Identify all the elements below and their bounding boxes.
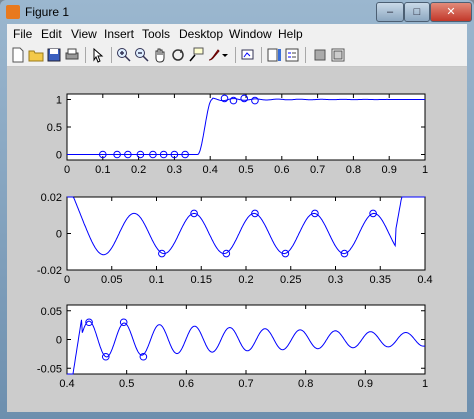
axes-1: 0 0.1 0.2 0.3 0.4 0.5 0.6 0.7 0.8 0.9 1 0 0.5 1 (47, 93, 428, 176)
plot-area (66, 304, 426, 375)
colorbar-icon[interactable] (266, 47, 282, 63)
x-tick-label: 0.2 (131, 164, 146, 176)
minimize-button[interactable]: – (376, 2, 404, 22)
toolbar-separator (85, 47, 86, 63)
menu-file[interactable]: File (13, 27, 32, 41)
x-tick-label: 0.25 (280, 274, 301, 286)
toolbar (7, 44, 467, 67)
x-tick-label: 0.5 (238, 164, 253, 176)
x-tick-label: 0.3 (328, 274, 343, 286)
brush-icon[interactable] (206, 47, 222, 63)
x-tick-label: 0.05 (101, 274, 122, 286)
menu-tools[interactable]: Tools (142, 27, 170, 41)
x-tick-label: 0 (64, 164, 70, 176)
x-tick-label: 0.6 (179, 378, 194, 390)
x-tick-label: 0.6 (274, 164, 289, 176)
x-tick-label: 1 (422, 378, 428, 390)
toolbar-separator (305, 47, 306, 63)
x-tick-label: 0.1 (149, 274, 164, 286)
x-tick-label: 0.2 (238, 274, 253, 286)
y-tick-label: 0.02 (41, 192, 62, 204)
x-tick-label: 0.1 (95, 164, 110, 176)
matlab-icon (6, 5, 20, 19)
y-tick-label: 0.05 (41, 306, 62, 318)
figure-window: Figure 1 – □ ✕ File Edit View Insert Too… (0, 0, 474, 419)
x-tick-label: 0.9 (358, 378, 373, 390)
link-plot-icon[interactable] (240, 47, 256, 63)
x-tick-label: 0.7 (238, 378, 253, 390)
x-tick-label: 0.35 (370, 274, 391, 286)
x-tick-label: 0.8 (298, 378, 313, 390)
open-file-icon[interactable] (28, 47, 44, 63)
x-tick-label: 0.7 (310, 164, 325, 176)
rotate-3d-icon[interactable] (170, 47, 186, 63)
toolbar-separator (111, 47, 112, 63)
maximize-button[interactable]: □ (404, 2, 430, 22)
x-tick-label: 0.8 (346, 164, 361, 176)
menu-edit[interactable]: Edit (41, 27, 62, 41)
window-title: Figure 1 (25, 5, 70, 19)
data-cursor-icon[interactable] (188, 47, 204, 63)
x-tick-label: 0.4 (417, 274, 432, 286)
zoom-out-icon[interactable] (134, 47, 150, 63)
close-button[interactable]: ✕ (430, 2, 472, 22)
x-tick-label: 0.4 (203, 164, 218, 176)
zoom-in-icon[interactable] (116, 47, 132, 63)
y-tick-label: 1 (56, 95, 62, 107)
y-tick-label: 0 (56, 150, 62, 162)
toolbar-separator (261, 47, 262, 63)
pointer-icon[interactable] (90, 47, 106, 63)
y-tick-label: -0.05 (37, 363, 62, 375)
menu-view[interactable]: View (71, 27, 97, 41)
show-plot-tools-icon[interactable] (330, 47, 346, 63)
menu-help[interactable]: Help (278, 27, 303, 41)
x-tick-label: 0.3 (167, 164, 182, 176)
x-tick-label: 0.5 (119, 378, 134, 390)
menu-window[interactable]: Window (229, 27, 272, 41)
x-tick-label: 0 (64, 274, 70, 286)
brush-dropdown-icon[interactable] (221, 47, 229, 63)
print-icon[interactable] (64, 47, 80, 63)
toolbar-separator (235, 47, 236, 63)
menu-bar: File Edit View Insert Tools Desktop Wind… (7, 24, 467, 44)
legend-icon[interactable] (284, 47, 300, 63)
x-tick-label: 1 (422, 164, 428, 176)
menu-insert[interactable]: Insert (104, 27, 134, 41)
y-tick-label: 0.5 (47, 122, 62, 134)
axes-3: 0.4 0.5 0.6 0.7 0.8 0.9 1 0.05 0 -0.05 (37, 304, 428, 390)
plot-area (66, 93, 426, 161)
plot-area (66, 196, 426, 271)
new-figure-icon[interactable] (10, 47, 26, 63)
hide-plot-tools-icon[interactable] (312, 47, 328, 63)
x-tick-label: 0.9 (382, 164, 397, 176)
plots-svg: 0 0.1 0.2 0.3 0.4 0.5 0.6 0.7 0.8 0.9 100.510 0.05 0… (37, 93, 433, 390)
x-tick-label: 0.15 (191, 274, 212, 286)
y-tick-label: 0 (56, 335, 62, 347)
y-tick-label: -0.02 (37, 265, 62, 277)
x-tick-label: 0.4 (59, 378, 74, 390)
y-tick-label: 0 (56, 229, 62, 241)
pan-icon[interactable] (152, 47, 168, 63)
axes-2: 0 0.05 0.1 0.15 0.2 0.25 0.3 0.35 0.40.020-0.02 (37, 192, 433, 286)
title-bar[interactable]: Figure 1 – □ ✕ (0, 0, 474, 24)
save-icon[interactable] (46, 47, 62, 63)
figure-canvas: 0 0.1 0.2 0.3 0.4 0.5 0.6 0.7 0.8 0.9 1 0 0.5 1 0 0.05 0… (7, 67, 467, 412)
menu-desktop[interactable]: Desktop (179, 27, 223, 41)
